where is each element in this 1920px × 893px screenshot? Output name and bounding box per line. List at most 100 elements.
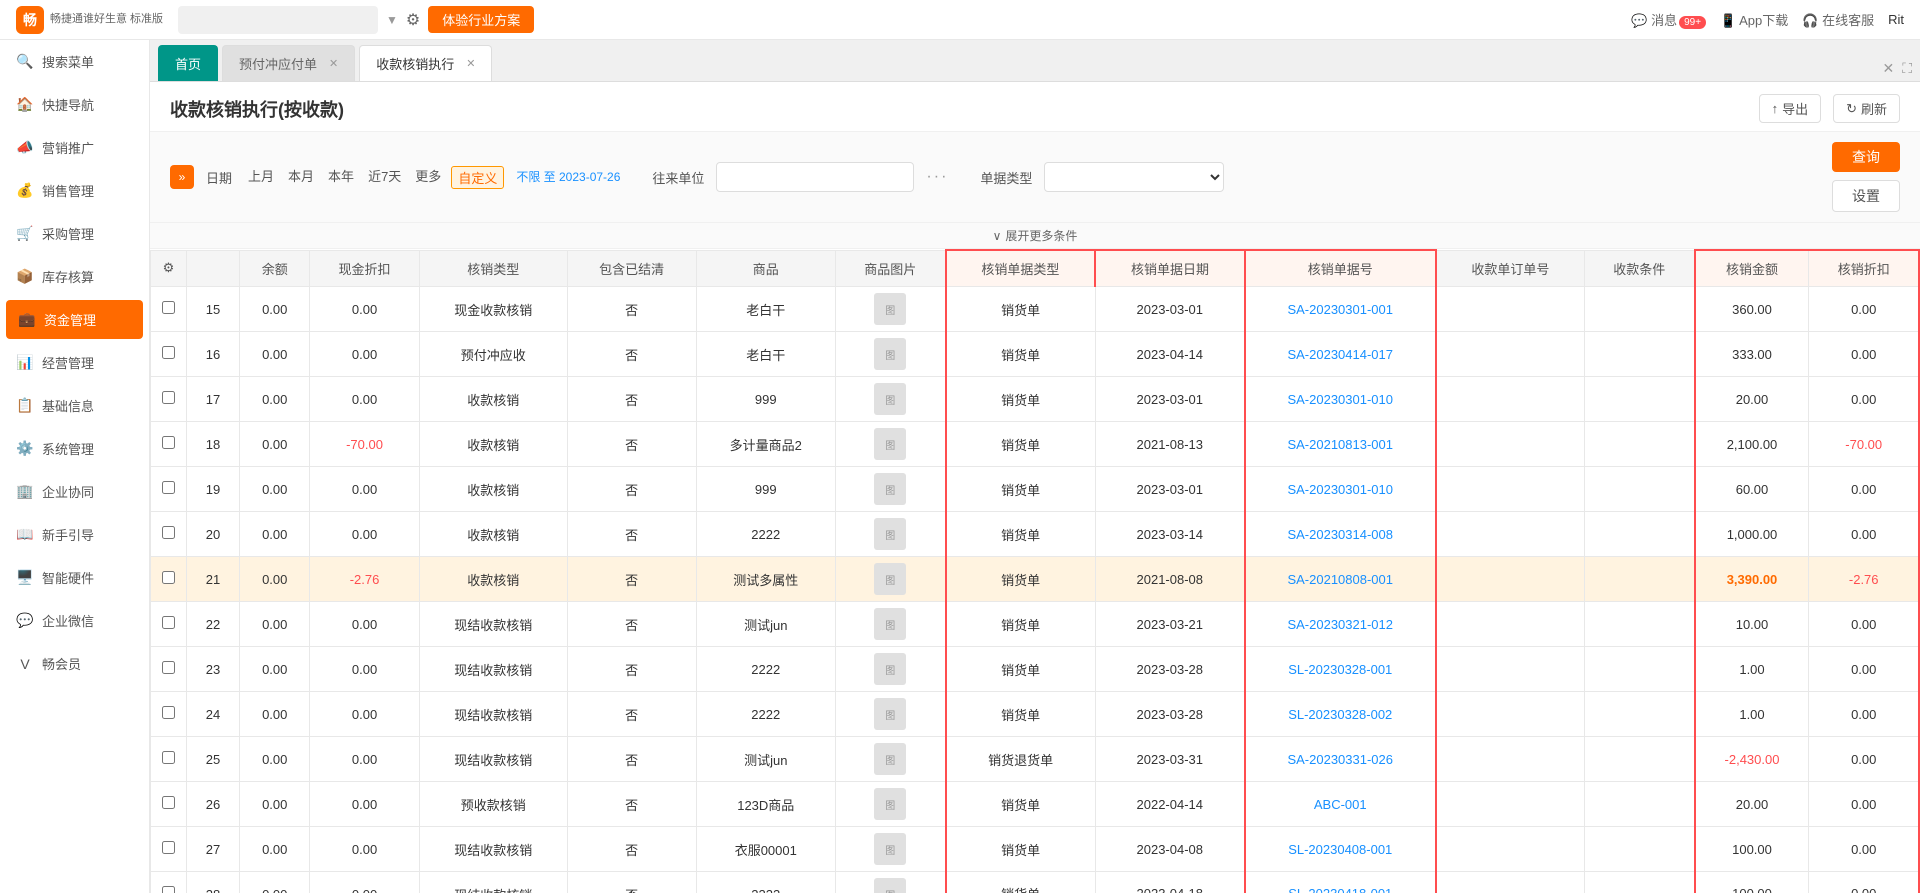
cell-verify-bill-no[interactable]: ABC-001 <box>1245 782 1436 827</box>
cell-verify-bill-type: 销货单 <box>946 782 1096 827</box>
tab-close-all-icon[interactable]: ✕ <box>1882 60 1894 77</box>
setting-button[interactable]: 设置 <box>1832 180 1900 212</box>
sidebar-item-system[interactable]: ⚙️ 系统管理 <box>0 427 149 470</box>
cell-verify-discount: 0.00 <box>1809 692 1919 737</box>
filter-action-group: 查询 设置 <box>1832 142 1900 212</box>
cell-verify-amount: 3,390.00 <box>1695 557 1809 602</box>
cell-verify-bill-no[interactable]: SA-20230301-010 <box>1245 467 1436 512</box>
app-download-link[interactable]: 📱 App下载 <box>1720 10 1788 29</box>
cell-verify-bill-no[interactable]: SA-20210808-001 <box>1245 557 1436 602</box>
sidebar-item-inventory[interactable]: 📦 库存核算 <box>0 255 149 298</box>
filter-date-lastmonth[interactable]: 上月 <box>244 166 278 189</box>
cell-verify-bill-no[interactable]: SL-20230328-002 <box>1245 692 1436 737</box>
message-icon[interactable]: 💬 消息99+ <box>1631 10 1706 29</box>
filter-receipt-type-select[interactable] <box>1044 162 1224 192</box>
cell-checkbox[interactable] <box>151 512 187 557</box>
cell-checkbox[interactable] <box>151 557 187 602</box>
cell-receipt-order-no <box>1436 332 1585 377</box>
filter-from-unit-input[interactable] <box>716 162 914 192</box>
cell-included: 否 <box>567 332 696 377</box>
cell-goods: 衣服00001 <box>696 827 836 872</box>
th-cash-discount: 现金折扣 <box>310 250 419 287</box>
filter-dots[interactable]: ··· <box>926 168 948 186</box>
tab-maximize-icon[interactable]: ⛶ <box>1902 60 1912 77</box>
cell-verify-bill-no[interactable]: SL-20230328-001 <box>1245 647 1436 692</box>
top-search-input[interactable] <box>178 6 378 34</box>
main-table: ⚙ 余额 现金折扣 核销类型 包含已结清 商品 商品图片 核销单据类型 核销单据… <box>150 249 1920 893</box>
filter-date-thismonth[interactable]: 本月 <box>284 166 318 189</box>
sidebar-item-guide[interactable]: 📖 新手引导 <box>0 513 149 556</box>
sidebar-item-operations[interactable]: 📊 经营管理 <box>0 341 149 384</box>
export-button[interactable]: ↑ 导出 <box>1759 94 1822 123</box>
sidebar-label-sales: 销售管理 <box>42 181 94 200</box>
cell-balance: 0.00 <box>240 782 310 827</box>
filter-date-7days[interactable]: 近7天 <box>364 166 405 189</box>
th-goods-img: 商品图片 <box>836 250 946 287</box>
cell-checkbox[interactable] <box>151 287 187 332</box>
page-content: 收款核销执行(按收款) ↑ 导出 ↻ 刷新 » 日期 上月 <box>150 82 1920 893</box>
cell-receipt-condition <box>1585 467 1695 512</box>
filter-date-thisyear[interactable]: 本年 <box>324 166 358 189</box>
cell-cash-discount: 0.00 <box>310 602 419 647</box>
cell-checkbox[interactable] <box>151 377 187 422</box>
sidebar-item-hardware[interactable]: 🖥️ 智能硬件 <box>0 556 149 599</box>
sidebar-item-member[interactable]: V 畅会员 <box>0 642 149 685</box>
tab-home[interactable]: 首页 <box>158 45 218 81</box>
tab-receipt-close[interactable]: ✕ <box>466 57 475 70</box>
filter-date-more[interactable]: 更多 <box>411 166 445 189</box>
user-name[interactable]: Rit <box>1888 12 1904 27</box>
sidebar-label-enterprise: 企业协同 <box>42 482 94 501</box>
online-service-link[interactable]: 🎧 在线客服 <box>1802 10 1874 29</box>
table-row: 22 0.00 0.00 现结收款核销 否 测试jun 图 销货单 2023-0… <box>151 602 1920 647</box>
cell-verify-bill-type: 销货退货单 <box>946 737 1096 782</box>
cell-verify-bill-no[interactable]: SA-20230321-012 <box>1245 602 1436 647</box>
filter-date-custom[interactable]: 自定义 <box>451 166 504 189</box>
top-icon-group: 💬 消息99+ 📱 App下载 🎧 在线客服 Rit <box>1631 10 1904 29</box>
sidebar-item-sales[interactable]: 💰 销售管理 <box>0 169 149 212</box>
industry-btn[interactable]: 体验行业方案 <box>428 6 534 33</box>
cell-checkbox[interactable] <box>151 782 187 827</box>
cell-verify-type: 现结收款核销 <box>419 647 567 692</box>
cell-checkbox[interactable] <box>151 467 187 512</box>
cell-checkbox[interactable] <box>151 692 187 737</box>
cell-verify-bill-no[interactable]: SA-20230301-001 <box>1245 287 1436 332</box>
refresh-button[interactable]: ↻ 刷新 <box>1833 94 1900 123</box>
sidebar-item-basicinfo[interactable]: 📋 基础信息 <box>0 384 149 427</box>
cell-receipt-condition <box>1585 737 1695 782</box>
query-button[interactable]: 查询 <box>1832 142 1900 172</box>
settings-icon[interactable]: ⚙ <box>406 10 420 30</box>
cell-verify-bill-no[interactable]: SL-20230408-001 <box>1245 827 1436 872</box>
cell-checkbox[interactable] <box>151 602 187 647</box>
cell-checkbox[interactable] <box>151 737 187 782</box>
sidebar-item-search[interactable]: 🔍 搜索菜单 <box>0 40 149 83</box>
sidebar-item-quicknav[interactable]: 🏠 快捷导航 <box>0 83 149 126</box>
cell-verify-bill-no[interactable]: SA-20210813-001 <box>1245 422 1436 467</box>
cell-verify-bill-no[interactable]: SA-20230331-026 <box>1245 737 1436 782</box>
cell-verify-type: 收款核销 <box>419 512 567 557</box>
cell-verify-bill-no[interactable]: SA-20230414-017 <box>1245 332 1436 377</box>
expand-more-button[interactable]: ∨ 展开更多条件 <box>993 227 1078 244</box>
cell-checkbox[interactable] <box>151 872 187 893</box>
sidebar-label-inventory: 库存核算 <box>42 267 94 286</box>
cell-checkbox[interactable] <box>151 827 187 872</box>
sidebar-item-marketing[interactable]: 📣 营销推广 <box>0 126 149 169</box>
cell-verify-bill-no[interactable]: SA-20230314-008 <box>1245 512 1436 557</box>
cell-checkbox[interactable] <box>151 647 187 692</box>
cell-verify-bill-type: 销货单 <box>946 287 1096 332</box>
cell-verify-bill-no[interactable]: SA-20230301-010 <box>1245 377 1436 422</box>
sidebar-item-enterprise[interactable]: 🏢 企业协同 <box>0 470 149 513</box>
sidebar-item-purchase[interactable]: 🛒 采购管理 <box>0 212 149 255</box>
tab-prepay-close[interactable]: ✕ <box>329 57 338 70</box>
cell-verify-amount: -2,430.00 <box>1695 737 1809 782</box>
sidebar-item-finance[interactable]: 💼 资金管理 <box>6 300 143 339</box>
cell-verify-bill-no[interactable]: SL-20230418-001 <box>1245 872 1436 893</box>
cell-verify-type: 现结收款核销 <box>419 737 567 782</box>
cell-checkbox[interactable] <box>151 422 187 467</box>
cell-verify-bill-date: 2023-04-08 <box>1095 827 1245 872</box>
tab-prepay[interactable]: 预付冲应付单 ✕ <box>222 45 355 81</box>
tab-receipt[interactable]: 收款核销执行 ✕ <box>359 45 492 81</box>
filter-expand-button[interactable]: » <box>170 165 194 189</box>
sidebar-item-wechat[interactable]: 💬 企业微信 <box>0 599 149 642</box>
th-gear[interactable]: ⚙ <box>151 250 187 287</box>
cell-checkbox[interactable] <box>151 332 187 377</box>
